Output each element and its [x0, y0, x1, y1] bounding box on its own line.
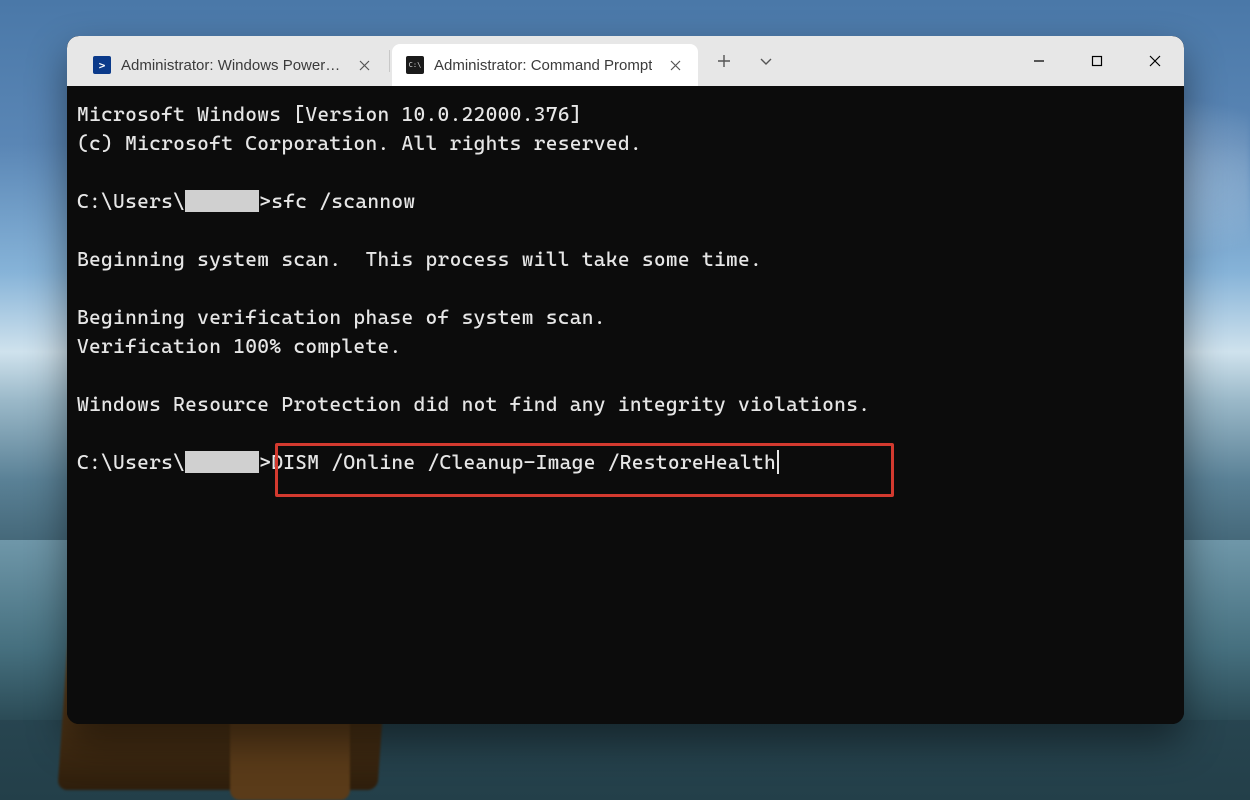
- terminal-line: [77, 419, 1174, 448]
- tab-label: Administrator: Windows PowerShell: [121, 57, 341, 74]
- plus-icon: [717, 54, 731, 68]
- close-icon: [670, 60, 681, 71]
- command-text: DISM /Online /Cleanup-Image /RestoreHeal…: [271, 450, 776, 474]
- maximize-icon: [1091, 55, 1103, 67]
- tab-close-button[interactable]: [351, 52, 377, 78]
- tab-command-prompt[interactable]: Administrator: Command Prompt: [392, 44, 698, 86]
- window-close-button[interactable]: [1126, 36, 1184, 86]
- terminal-line: [77, 274, 1174, 303]
- cmd-icon: [406, 56, 424, 74]
- tab-dropdown-button[interactable]: [746, 36, 786, 86]
- chevron-down-icon: [759, 54, 773, 68]
- terminal-output[interactable]: Microsoft Windows [Version 10.0.22000.37…: [67, 86, 1184, 724]
- terminal-window: Administrator: Windows PowerShell Admini…: [67, 36, 1184, 724]
- minimize-icon: [1033, 55, 1045, 67]
- tab-powershell[interactable]: Administrator: Windows PowerShell: [79, 44, 387, 86]
- command-text: sfc /scannow: [271, 189, 415, 213]
- tab-close-button[interactable]: [662, 52, 688, 78]
- prompt-suffix: >: [259, 450, 271, 474]
- tab-actions: [704, 36, 786, 86]
- tab-divider: [389, 50, 390, 72]
- text-cursor: [777, 450, 779, 474]
- terminal-line: Windows Resource Protection did not find…: [77, 390, 1174, 419]
- terminal-line: [77, 216, 1174, 245]
- terminal-line: Beginning system scan. This process will…: [77, 245, 1174, 274]
- terminal-line: Verification 100% complete.: [77, 332, 1174, 361]
- terminal-line: C:\Users\ >sfc /scannow: [77, 187, 1174, 216]
- terminal-line: C:\Users\ >DISM /Online /Cleanup-Image /R…: [77, 448, 1174, 477]
- highlighted-command: >DISM /Online /Cleanup-Image /RestoreHea…: [259, 448, 778, 477]
- redacted-username: [185, 190, 259, 212]
- close-icon: [359, 60, 370, 71]
- desktop-wallpaper: Administrator: Windows PowerShell Admini…: [0, 0, 1250, 800]
- window-controls: [1010, 36, 1184, 86]
- terminal-line: (c) Microsoft Corporation. All rights re…: [77, 129, 1174, 158]
- maximize-button[interactable]: [1068, 36, 1126, 86]
- new-tab-button[interactable]: [704, 36, 744, 86]
- powershell-icon: [93, 56, 111, 74]
- window-titlebar[interactable]: Administrator: Windows PowerShell Admini…: [67, 36, 1184, 86]
- prompt-path: C:\Users\: [77, 189, 185, 213]
- prompt-path: C:\Users\: [77, 450, 185, 474]
- terminal-line: Microsoft Windows [Version 10.0.22000.37…: [77, 100, 1174, 129]
- terminal-line: [77, 361, 1174, 390]
- minimize-button[interactable]: [1010, 36, 1068, 86]
- terminal-line: [77, 158, 1174, 187]
- tab-label: Administrator: Command Prompt: [434, 57, 652, 74]
- terminal-line: Beginning verification phase of system s…: [77, 303, 1174, 332]
- redacted-username: [185, 451, 259, 473]
- prompt-suffix: >: [259, 189, 271, 213]
- close-icon: [1149, 55, 1161, 67]
- tab-strip: Administrator: Windows PowerShell Admini…: [67, 36, 786, 86]
